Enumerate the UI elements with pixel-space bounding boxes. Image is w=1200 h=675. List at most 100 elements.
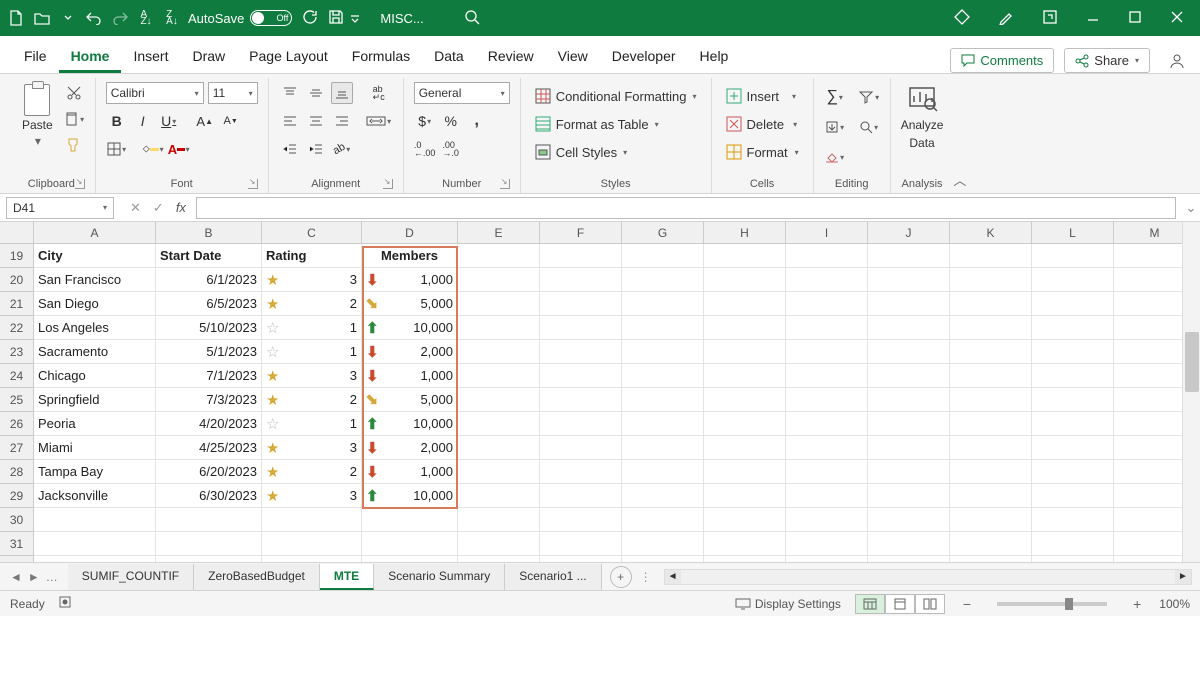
cell[interactable]: ★3 xyxy=(262,268,362,292)
cell[interactable] xyxy=(868,436,950,460)
orientation-icon[interactable]: ab▾ xyxy=(331,138,353,160)
cell[interactable] xyxy=(950,460,1032,484)
column-header-F[interactable]: F xyxy=(540,222,622,244)
name-box[interactable]: D41▾ xyxy=(6,197,114,219)
merge-center-icon[interactable]: ▾ xyxy=(365,110,393,132)
row-header[interactable]: 29 xyxy=(0,484,34,508)
format-cells-button[interactable]: Format▾ xyxy=(722,142,803,162)
cell[interactable] xyxy=(786,508,868,532)
sort-desc-icon[interactable]: ZA↓ xyxy=(164,10,180,26)
fill-icon[interactable]: ▾ xyxy=(824,116,846,138)
cell[interactable] xyxy=(950,412,1032,436)
wrap-text-icon[interactable]: ab↵c xyxy=(365,82,393,104)
cell[interactable] xyxy=(622,316,704,340)
cell[interactable] xyxy=(868,508,950,532)
cell[interactable] xyxy=(950,436,1032,460)
cell[interactable] xyxy=(950,532,1032,556)
cell[interactable] xyxy=(540,364,622,388)
cut-icon[interactable] xyxy=(63,82,85,104)
row-header[interactable]: 26 xyxy=(0,412,34,436)
cell[interactable]: 5/10/2023 xyxy=(156,316,262,340)
cell[interactable] xyxy=(540,244,622,268)
cell[interactable] xyxy=(540,388,622,412)
zoom-in-button[interactable]: + xyxy=(1129,596,1145,612)
spreadsheet-grid[interactable]: ABCDEFGHIJKLM19CityStart DateRatingMembe… xyxy=(0,222,1200,562)
cell[interactable] xyxy=(458,244,540,268)
cell[interactable] xyxy=(540,292,622,316)
format-painter-icon[interactable] xyxy=(63,134,85,156)
cell[interactable] xyxy=(458,268,540,292)
cell[interactable] xyxy=(950,484,1032,508)
cell[interactable] xyxy=(950,244,1032,268)
cell[interactable] xyxy=(622,412,704,436)
increase-font-icon[interactable]: A▲ xyxy=(194,110,216,132)
percent-icon[interactable]: % xyxy=(440,110,462,132)
cell[interactable] xyxy=(786,460,868,484)
cell[interactable] xyxy=(540,460,622,484)
cell[interactable]: ⬇5,000 xyxy=(362,292,458,316)
cell[interactable] xyxy=(868,412,950,436)
save-icon[interactable] xyxy=(328,9,344,28)
cell[interactable] xyxy=(1032,556,1114,562)
add-sheet-button[interactable]: + xyxy=(610,566,632,588)
analyze-data-button[interactable]: Analyze Data xyxy=(901,82,944,176)
cell[interactable] xyxy=(868,244,950,268)
autosave-toggle[interactable]: AutoSave Off xyxy=(188,10,292,26)
sort-asc-icon[interactable]: AZ↓ xyxy=(138,10,154,26)
column-header-D[interactable]: D xyxy=(362,222,458,244)
cell[interactable]: 7/1/2023 xyxy=(156,364,262,388)
insert-cells-button[interactable]: Insert▾ xyxy=(722,86,803,106)
cell[interactable]: ⬆10,000 xyxy=(362,412,458,436)
number-dialog-launcher[interactable] xyxy=(500,179,510,189)
row-header[interactable]: 28 xyxy=(0,460,34,484)
sheet-tab[interactable]: Scenario Summary xyxy=(374,564,505,590)
underline-button[interactable]: U▾ xyxy=(158,110,180,132)
cell[interactable]: Springfield xyxy=(34,388,156,412)
refresh-icon[interactable] xyxy=(302,9,318,28)
cell[interactable]: 6/1/2023 xyxy=(156,268,262,292)
cell[interactable] xyxy=(868,268,950,292)
pen-icon[interactable] xyxy=(998,9,1014,28)
row-header[interactable]: 20 xyxy=(0,268,34,292)
page-layout-view-button[interactable] xyxy=(885,594,915,614)
cell[interactable] xyxy=(1032,316,1114,340)
comma-icon[interactable]: , xyxy=(466,110,488,132)
cell[interactable]: San Francisco xyxy=(34,268,156,292)
cell[interactable] xyxy=(704,460,786,484)
cell[interactable] xyxy=(704,340,786,364)
paste-button[interactable]: Paste ▾ xyxy=(18,82,57,176)
cell[interactable] xyxy=(950,292,1032,316)
cell[interactable]: 5/1/2023 xyxy=(156,340,262,364)
sort-filter-icon[interactable]: ▾ xyxy=(858,86,880,108)
sheet-tab[interactable]: MTE xyxy=(320,564,374,590)
italic-button[interactable]: I xyxy=(132,110,154,132)
conditional-formatting-button[interactable]: Conditional Formatting▾ xyxy=(531,86,701,106)
cell[interactable] xyxy=(458,316,540,340)
cell[interactable]: Miami xyxy=(34,436,156,460)
sheet-tab[interactable]: Scenario1 ... xyxy=(505,564,601,590)
sheet-nav-next-icon[interactable]: ► xyxy=(28,570,40,584)
cell[interactable] xyxy=(1032,292,1114,316)
cell[interactable] xyxy=(704,532,786,556)
row-header[interactable]: 22 xyxy=(0,316,34,340)
cell[interactable] xyxy=(622,364,704,388)
bold-button[interactable]: B xyxy=(106,110,128,132)
sheet-nav-prev-icon[interactable]: ◄ xyxy=(10,570,22,584)
currency-icon[interactable]: $▾ xyxy=(414,110,436,132)
column-header-A[interactable]: A xyxy=(34,222,156,244)
cell[interactable]: ⬇2,000 xyxy=(362,436,458,460)
cell[interactable] xyxy=(868,556,950,562)
cell[interactable] xyxy=(458,388,540,412)
fill-color-icon[interactable]: ▾ xyxy=(142,138,164,160)
row-header[interactable]: 24 xyxy=(0,364,34,388)
cell[interactable] xyxy=(868,532,950,556)
row-header[interactable]: 25 xyxy=(0,388,34,412)
cell[interactable]: ★3 xyxy=(262,364,362,388)
formula-cancel-icon[interactable]: ✕ xyxy=(130,200,141,216)
cell[interactable] xyxy=(540,316,622,340)
page-break-view-button[interactable] xyxy=(915,594,945,614)
cell[interactable] xyxy=(622,556,704,562)
cell[interactable] xyxy=(362,508,458,532)
cell[interactable] xyxy=(458,412,540,436)
cell[interactable] xyxy=(704,268,786,292)
